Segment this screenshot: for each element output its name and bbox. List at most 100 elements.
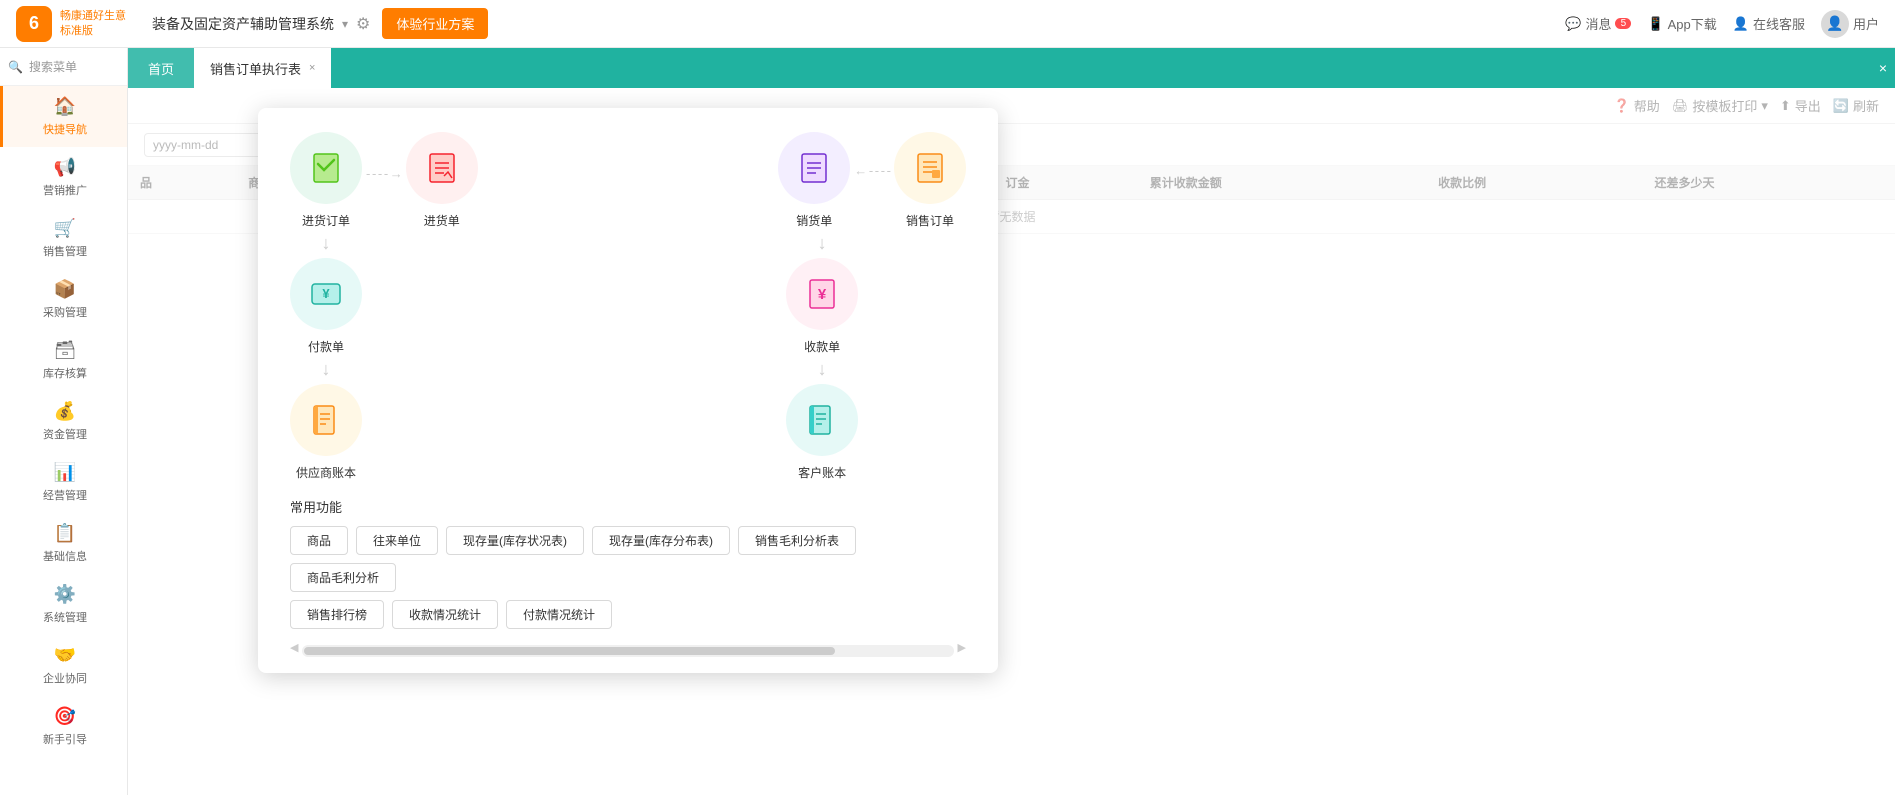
receipt-label: 收款单 [804,338,840,355]
sidebar-label-cooperation: 企业协同 [43,670,87,686]
app-download-button[interactable]: 📱 App下载 [1647,14,1716,33]
marketing-icon: 📢 [54,157,76,178]
scroll-right-icon[interactable]: ▶ [958,641,966,654]
sidebar-label-system: 系统管理 [43,609,87,625]
sidebar-item-guide[interactable]: 🎯 新手引导 [0,696,127,757]
flow-supplier-ledger[interactable]: 供应商账本 [290,384,362,481]
sales-bill-label: 销货单 [796,212,832,229]
finance-icon: 💰 [54,401,76,422]
sales-order-icon [894,132,966,204]
download-icon: 📱 [1647,16,1663,32]
quick-nav-icon: 🏠 [54,96,76,117]
logo-area: 6 畅康通好生意 标准版 [16,6,144,42]
flow-purchase-bill[interactable]: 进货单 [406,132,478,229]
func-btn-stock-status[interactable]: 现存量(库存状况表) [446,526,584,555]
dropdown-arrow-icon[interactable]: ▾ [342,17,348,31]
common-funcs: 常用功能 商品 往来单位 现存量(库存状况表) 现存量(库存分布表) 销售毛利分… [290,497,966,629]
sidebar-item-purchase[interactable]: 📦 采购管理 [0,269,127,330]
payment-label: 付款单 [308,338,344,355]
func-btns-row1: 商品 往来单位 现存量(库存状况表) 现存量(库存分布表) 销售毛利分析表 商品… [290,526,966,592]
sidebar-label-basic: 基础信息 [43,548,87,564]
tab-close-icon[interactable]: × [309,62,315,74]
supplier-ledger-label: 供应商账本 [296,464,356,481]
message-button[interactable]: 💬 消息 5 [1565,14,1631,33]
experience-button[interactable]: 体验行业方案 [382,8,488,39]
svg-text:¥: ¥ [818,286,827,303]
system-icon: ⚙️ [54,584,76,605]
func-btn-stock-dist[interactable]: 现存量(库存分布表) [592,526,730,555]
sidebar-item-marketing[interactable]: 📢 营销推广 [0,147,127,208]
scrollbar-thumb [304,647,835,655]
user-area[interactable]: 👤 用户 [1821,10,1879,38]
tab-home[interactable]: 首页 [128,48,194,88]
sidebar-item-sales[interactable]: 🛒 销售管理 [0,208,127,269]
system-name: 装备及固定资产辅助管理系统 [152,14,334,34]
search-icon: 🔍 [8,60,23,74]
flow-sales-order[interactable]: 销售订单 [894,132,966,229]
func-btn-payment-stats[interactable]: 付款情况统计 [506,600,612,629]
top-right-area: 💬 消息 5 📱 App下载 👤 在线客服 👤 用户 [1565,10,1879,38]
sidebar-label-sales: 销售管理 [43,243,87,259]
sidebar-item-finance[interactable]: 💰 资金管理 [0,391,127,452]
sidebar-label-quick-nav: 快捷导航 [43,121,87,137]
online-service-button[interactable]: 👤 在线客服 [1733,14,1805,33]
tab-bar-close-icon[interactable]: × [1879,60,1887,76]
payment-icon: ¥ [290,258,362,330]
func-btn-partners[interactable]: 往来单位 [356,526,438,555]
common-funcs-title: 常用功能 [290,497,966,516]
flow-purchase-order[interactable]: 进货订单 [290,132,362,229]
message-badge: 5 [1615,18,1631,29]
popup-scrollbar[interactable] [302,645,953,657]
flow-sales-bill[interactable]: 销货单 [778,132,850,229]
service-icon: 👤 [1733,16,1749,32]
sidebar-item-cooperation[interactable]: 🤝 企业协同 [0,635,127,696]
func-btns-row2: 销售排行榜 收款情况统计 付款情况统计 [290,600,966,629]
purchase-bill-label: 进货单 [424,212,460,229]
func-btn-sales-rank[interactable]: 销售排行榜 [290,600,384,629]
sales-order-label: 销售订单 [906,212,954,229]
guide-icon: 🎯 [54,706,76,727]
search-label: 搜索菜单 [29,58,77,75]
flow-customer-ledger[interactable]: 客户账本 [786,384,858,481]
inventory-icon: 🗃 [54,340,77,361]
sidebar: 🔍 搜索菜单 🏠 快捷导航 📢 营销推广 🛒 销售管理 📦 采购管理 [0,48,128,795]
purchase-icon: 📦 [54,279,76,300]
sales-icon: 🛒 [54,218,76,239]
flow-payment[interactable]: ¥ 付款单 [290,258,362,355]
func-btn-receipt-stats[interactable]: 收款情况统计 [392,600,498,629]
sidebar-label-inventory: 库存核算 [43,365,87,381]
content-area: 首页 销售订单执行表 × × ❓ 帮助 [128,48,1895,795]
func-btn-goods-profit[interactable]: 商品毛利分析 [290,563,396,592]
arrow-down-1: ↓ [322,233,331,254]
tab-bar: 首页 销售订单执行表 × × [128,48,1895,88]
svg-text:¥: ¥ [322,286,330,301]
basic-icon: 📋 [54,523,76,544]
gear-icon[interactable]: ⚙ [356,14,370,34]
sidebar-search[interactable]: 🔍 搜索菜单 [0,48,127,86]
sidebar-label-operation: 经营管理 [43,487,87,503]
popup-box: 进货订单 ↓ ¥ 付款单 ↓ [258,108,998,673]
purchase-bill-icon [406,132,478,204]
sidebar-item-inventory[interactable]: 🗃 库存核算 [0,330,127,391]
receipt-icon: ¥ [786,258,858,330]
scroll-left-icon[interactable]: ◀ [290,641,298,654]
system-title: 装备及固定资产辅助管理系统 ▾ [152,14,348,34]
supplier-ledger-icon [290,384,362,456]
flow-receipt[interactable]: ¥ 收款单 [786,258,858,355]
page-content: ❓ 帮助 🖨 按模板打印 ▾ ⬆ 导出 🔄 [128,88,1895,795]
user-avatar: 👤 [1821,10,1849,38]
operation-icon: 📊 [54,462,76,483]
purchase-order-icon [290,132,362,204]
sidebar-label-purchase: 采购管理 [43,304,87,320]
sidebar-item-basic[interactable]: 📋 基础信息 [0,513,127,574]
sidebar-item-operation[interactable]: 📊 经营管理 [0,452,127,513]
arrow-down-2: ↓ [322,359,331,380]
func-btn-sales-profit[interactable]: 销售毛利分析表 [738,526,856,555]
sidebar-item-quick-nav[interactable]: 🏠 快捷导航 [0,86,127,147]
customer-ledger-icon [786,384,858,456]
sidebar-item-system[interactable]: ⚙️ 系统管理 [0,574,127,635]
sidebar-label-marketing: 营销推广 [43,182,87,198]
func-btn-goods[interactable]: 商品 [290,526,348,555]
cooperation-icon: 🤝 [54,645,76,666]
tab-sales-order[interactable]: 销售订单执行表 × [194,48,331,88]
